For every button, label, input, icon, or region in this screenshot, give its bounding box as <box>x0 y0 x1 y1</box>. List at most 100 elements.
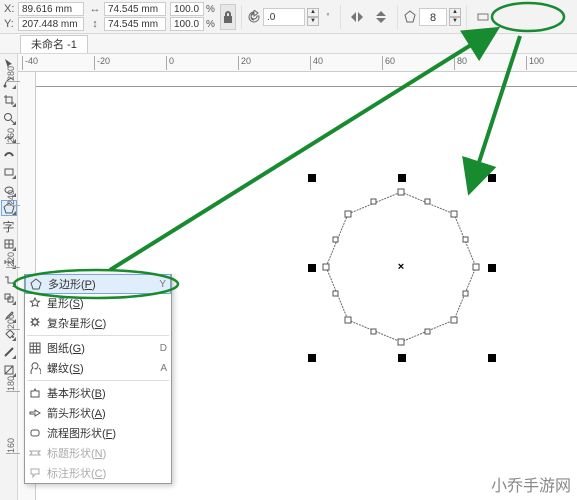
selection-handle-s[interactable] <box>398 354 406 362</box>
scale-y-input[interactable]: 100.0 <box>170 17 204 31</box>
x-position-input[interactable]: 89.616 mm <box>18 2 84 16</box>
flyout-item-label: 流程图形状(F) <box>47 425 116 441</box>
crop-tool[interactable] <box>1 92 17 108</box>
callout-icon <box>27 467 43 479</box>
ruler-tick: 200 <box>6 314 20 330</box>
mirror-v-icon <box>374 10 388 24</box>
selection-handle-e[interactable] <box>488 264 496 272</box>
rotation-group: .0 ▲ ▼ ° <box>247 8 335 26</box>
flow-icon <box>27 427 43 439</box>
flyout-item-callout: 标注形状(C) <box>25 463 171 483</box>
degree-icon: ° <box>321 10 335 24</box>
ruler-tick: -40 <box>22 56 38 70</box>
ruler-tick: 280 <box>6 66 20 82</box>
ruler-tick: 220 <box>6 252 20 268</box>
ruler-tick: 180 <box>6 376 20 392</box>
ruler-tick: 160 <box>6 438 20 454</box>
flyout-item-label: 基本形状(B) <box>47 385 106 401</box>
selection-handle-nw[interactable] <box>308 174 316 182</box>
separator <box>466 5 467 29</box>
spin-up-icon[interactable]: ▲ <box>449 8 461 17</box>
star-icon <box>27 297 43 309</box>
selection-handle-se[interactable] <box>488 354 496 362</box>
tab-strip: 未命名 -1 <box>0 34 577 54</box>
flyout-item-star[interactable]: 星形(S) <box>25 293 171 313</box>
flyout-item-basic[interactable]: 基本形状(B) <box>25 383 171 403</box>
separator <box>241 5 242 29</box>
lock-icon <box>223 10 233 24</box>
width-input[interactable]: 74.545 mm <box>104 2 166 16</box>
selection-handle-w[interactable] <box>308 264 316 272</box>
watermark: 小乔手游网 <box>491 472 571 496</box>
ruler-tick: 80 <box>454 56 467 70</box>
ruler-tick: 100 <box>526 56 544 70</box>
flyout-item-label: 标注形状(C) <box>47 465 106 481</box>
property-bar: X: 89.616 mm Y: 207.448 mm ↔ 74.545 mm ↕… <box>0 0 577 34</box>
scale-x-input[interactable]: 100.0 <box>170 2 204 16</box>
connector-tool[interactable] <box>1 272 17 288</box>
spin-up-icon[interactable]: ▲ <box>307 8 319 17</box>
flyout-item-cstar[interactable]: 复杂星形(C) <box>25 313 171 333</box>
outline-tool[interactable] <box>1 344 17 360</box>
flyout-item-flow[interactable]: 流程图形状(F) <box>25 423 171 443</box>
banner-icon <box>27 447 43 459</box>
flyout-item-label: 星形(S) <box>47 295 84 311</box>
flyout-item-spiral[interactable]: 螺纹(S)A <box>25 358 171 378</box>
polygon-tool-flyout: 多边形(P)Y星形(S) 复杂星形(C) 图纸(G)D螺纹(S)A 基本形状(B) 箭头… <box>24 274 172 484</box>
selection-handle-sw[interactable] <box>308 354 316 362</box>
separator <box>397 5 398 29</box>
spiral-icon <box>27 362 43 374</box>
cstar-icon <box>27 317 43 329</box>
sides-spinner[interactable]: ▲ ▼ <box>449 8 461 26</box>
spin-down-icon[interactable]: ▼ <box>307 17 319 26</box>
percent-label-y: % <box>206 19 216 30</box>
scale-group: 100.0 % 100.0 % <box>170 2 216 31</box>
flyout-item-banner: 标题形状(N) <box>25 443 171 463</box>
polygon-icon <box>403 10 417 24</box>
interactive-effects-tool[interactable] <box>1 290 17 306</box>
lock-ratio-button[interactable] <box>220 4 236 30</box>
selection-handle-ne[interactable] <box>488 174 496 182</box>
y-label: Y: <box>4 18 16 30</box>
outline-options-button[interactable] <box>472 6 494 28</box>
mirror-v-button[interactable] <box>370 6 392 28</box>
flyout-item-label: 复杂星形(C) <box>47 315 106 331</box>
ruler-tick: -20 <box>94 56 110 70</box>
table-tool[interactable] <box>1 236 17 252</box>
document-tab[interactable]: 未命名 -1 <box>20 35 88 53</box>
ruler-tick: 260 <box>6 128 20 144</box>
height-input[interactable]: 74.545 mm <box>104 17 166 31</box>
ruler-tick: 240 <box>6 190 20 206</box>
spin-down-icon[interactable]: ▼ <box>449 17 461 26</box>
flyout-item-label: 标题形状(N) <box>47 445 106 461</box>
grid-icon <box>27 342 43 354</box>
horizontal-ruler[interactable]: -40-20020406080100120140 <box>18 54 577 72</box>
height-icon: ↕ <box>88 17 102 31</box>
size-group: ↔ 74.545 mm ↕ 74.545 mm <box>88 2 166 31</box>
artistic-media-tool[interactable] <box>1 146 17 162</box>
flyout-item-grid[interactable]: 图纸(G)D <box>25 338 171 358</box>
rectangle-tool[interactable] <box>1 164 17 180</box>
outline-icon <box>476 10 490 24</box>
flyout-item-polygon[interactable]: 多边形(P)Y <box>25 274 171 294</box>
flyout-item-label: 螺纹(S) <box>47 360 84 376</box>
mirror-h-button[interactable] <box>346 6 368 28</box>
basic-icon <box>27 387 43 399</box>
mirror-h-icon <box>350 10 364 24</box>
ruler-tick: 20 <box>238 56 251 70</box>
rotation-input[interactable]: .0 <box>263 8 305 26</box>
flyout-item-arrow[interactable]: 箭头形状(A) <box>25 403 171 423</box>
y-position-input[interactable]: 207.448 mm <box>18 17 84 31</box>
selection-center[interactable]: × <box>396 262 406 272</box>
rotation-spinner[interactable]: ▲ ▼ <box>307 8 319 26</box>
polygon-sides-group: 8 ▲ ▼ <box>403 8 461 26</box>
text-tool[interactable]: 字 <box>1 218 17 234</box>
rotate-icon <box>247 10 261 24</box>
toolbox: 字 <box>0 54 18 500</box>
width-icon: ↔ <box>88 2 102 16</box>
x-label: X: <box>4 3 16 15</box>
zoom-tool[interactable] <box>1 110 17 126</box>
selection-handle-n[interactable] <box>398 174 406 182</box>
percent-label-x: % <box>206 4 216 15</box>
polygon-sides-input[interactable]: 8 <box>419 8 447 26</box>
